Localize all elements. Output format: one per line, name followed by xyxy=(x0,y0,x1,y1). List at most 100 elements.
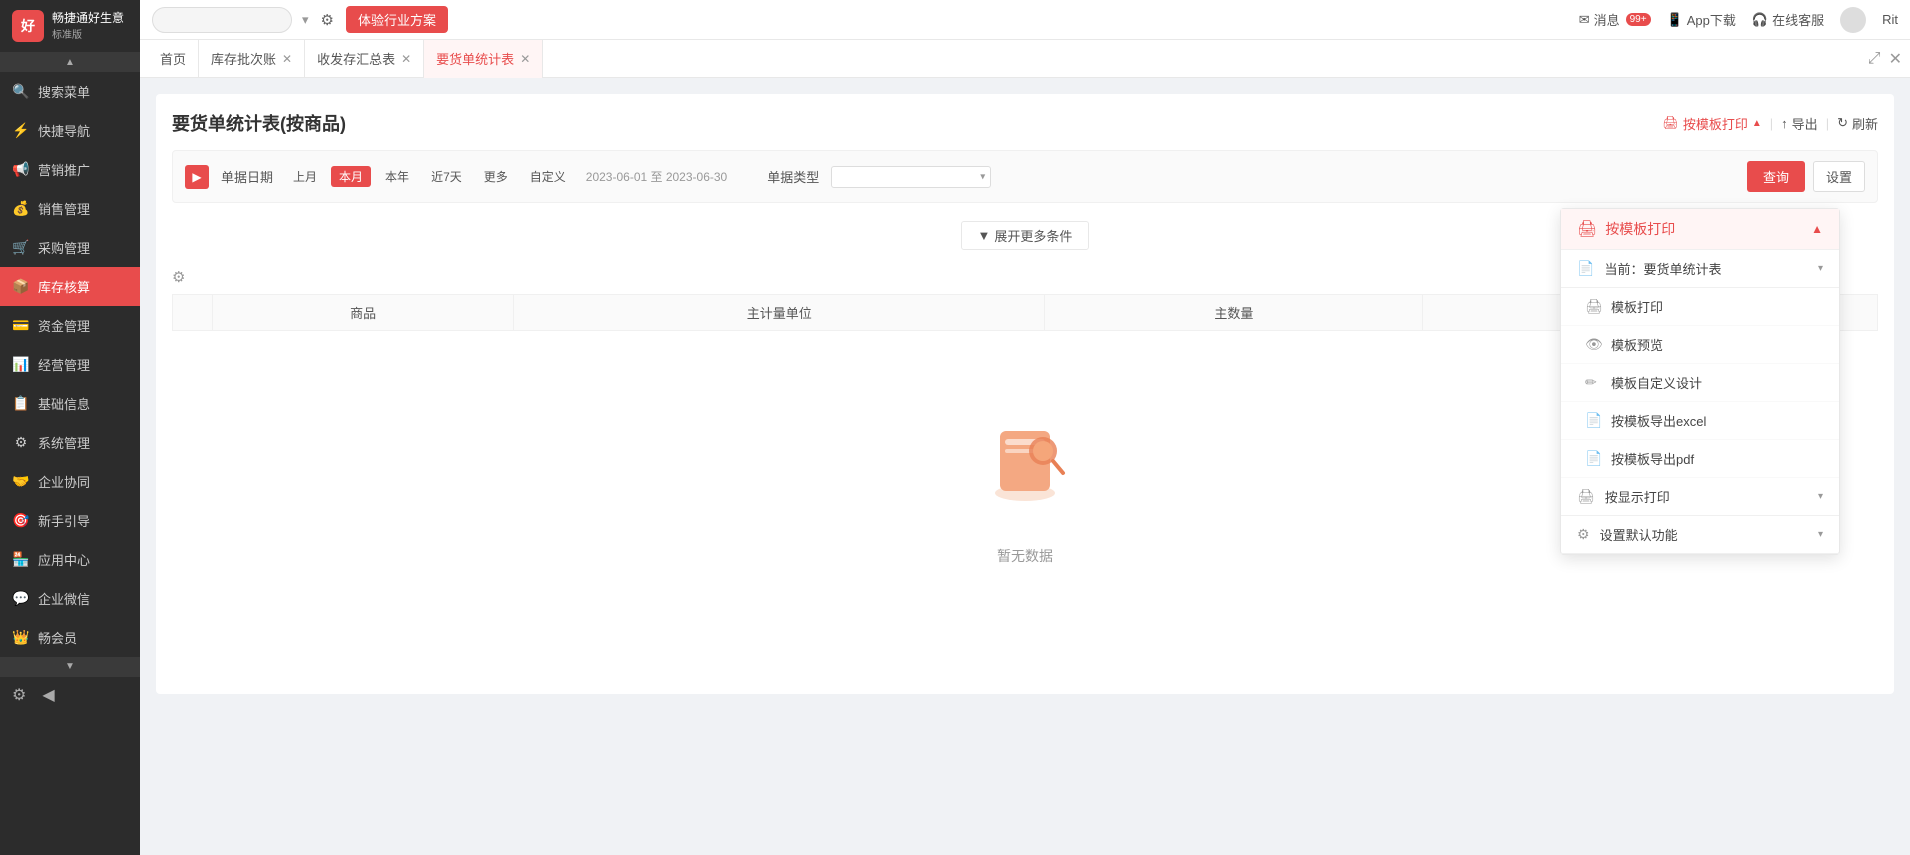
export-pdf-icon: 📄 xyxy=(1585,450,1601,467)
sidebar-item-sales[interactable]: 💰 销售管理 xyxy=(0,189,140,228)
date-range-text: 2023-06-01 至 2023-06-30 xyxy=(586,168,727,185)
tab-order-stats-close[interactable]: ✕ xyxy=(520,52,530,66)
table-settings-icon[interactable]: ⚙ xyxy=(172,268,185,286)
topbar: ▾ ⚙ 体验行业方案 ✉ 消息 99+ 📱 App下载 🎧 在线客服 Rit xyxy=(140,0,1910,40)
sidebar-item-wecom[interactable]: 💬 企业微信 xyxy=(0,579,140,618)
operations-icon: 📊 xyxy=(12,356,30,374)
tab-home[interactable]: 首页 xyxy=(148,40,199,78)
dropdown-item-export-excel[interactable]: 📄 按模板导出excel xyxy=(1561,402,1839,440)
dropdown-item-template-preview[interactable]: 👁 模板预览 xyxy=(1561,326,1839,364)
tab-maximize-icon[interactable]: ⤢ xyxy=(1868,50,1881,68)
sidebar-marketing-label: 营销推广 xyxy=(38,160,90,179)
message-btn[interactable]: ✉ 消息 99+ xyxy=(1579,10,1651,29)
trial-btn[interactable]: 体验行业方案 xyxy=(346,6,448,33)
member-icon: 👑 xyxy=(12,629,30,647)
template-print-btn[interactable]: 🖨 按模板打印 ▲ xyxy=(1662,114,1761,133)
template-design-icon: ✏ xyxy=(1585,374,1601,391)
collab-icon: 🤝 xyxy=(12,473,30,491)
page-header: 要货单统计表(按商品) 🖨 按模板打印 ▲ | ↑ 导出 | ↻ xyxy=(172,110,1878,136)
empty-icon xyxy=(975,411,1075,530)
query-button[interactable]: 查询 xyxy=(1747,161,1805,192)
template-design-label: 模板自定义设计 xyxy=(1611,373,1702,392)
date-btn-this-year[interactable]: 本年 xyxy=(377,166,417,187)
expand-icon: ▼ xyxy=(978,228,991,243)
marketing-icon: 📢 xyxy=(12,161,30,179)
default-func-icon: ⚙ xyxy=(1577,526,1590,543)
topbar-dropdown-icon[interactable]: ▾ xyxy=(302,12,309,28)
tab-collect-summary-close[interactable]: ✕ xyxy=(401,52,411,66)
settings-icon[interactable]: ⚙ xyxy=(12,685,26,705)
dropdown-current-template[interactable]: 📄 当前：要货单统计表 ▾ xyxy=(1561,250,1839,288)
refresh-btn[interactable]: ↻ 刷新 xyxy=(1837,114,1878,133)
basic-icon: 📋 xyxy=(12,395,30,413)
sidebar-item-inventory[interactable]: 📦 库存核算 xyxy=(0,267,140,306)
dropdown-display-print[interactable]: 🖨 按显示打印 ▾ xyxy=(1561,478,1839,516)
sidebar-item-member[interactable]: 👑 畅会员 xyxy=(0,618,140,657)
tab-inventory-batch[interactable]: 库存批次账 ✕ xyxy=(199,40,305,78)
newbie-icon: 🎯 xyxy=(12,512,30,530)
sidebar-item-search[interactable]: 🔍 搜索菜单 xyxy=(0,72,140,111)
tab-close-all-icon[interactable]: ✕ xyxy=(1889,49,1902,69)
export-excel-icon: 📄 xyxy=(1585,412,1601,429)
col-unit: 主计量单位 xyxy=(514,295,1045,331)
dropdown-collapse-btn[interactable]: ▲ xyxy=(1811,222,1823,236)
date-btn-7days[interactable]: 近7天 xyxy=(423,166,470,187)
order-type-select[interactable] xyxy=(831,166,991,188)
sidebar-finance-label: 资金管理 xyxy=(38,316,90,335)
sidebar-item-basic[interactable]: 📋 基础信息 xyxy=(0,384,140,423)
sidebar-item-collab[interactable]: 🤝 企业协同 xyxy=(0,462,140,501)
printer-icon: 🖨 xyxy=(1662,115,1679,131)
sidebar-item-quicknav[interactable]: ⚡ 快捷导航 xyxy=(0,111,140,150)
topbar-search-box[interactable] xyxy=(152,7,292,33)
sidebar-sales-label: 销售管理 xyxy=(38,199,90,218)
sidebar-appstore-label: 应用中心 xyxy=(38,550,90,569)
display-print-label: 按显示打印 xyxy=(1605,487,1670,506)
date-buttons: 上月 本月 本年 近7天 更多 自定义 xyxy=(285,166,574,187)
sidebar-basic-label: 基础信息 xyxy=(38,394,90,413)
app-logo-icon: 好 xyxy=(12,10,44,42)
dropdown-header[interactable]: 🖨 按模板打印 ▲ xyxy=(1561,209,1839,250)
app-download-btn[interactable]: 📱 App下载 xyxy=(1667,10,1736,29)
sidebar-bottom: ⚙ ◀ xyxy=(0,676,140,713)
sidebar-item-marketing[interactable]: 📢 营销推广 xyxy=(0,150,140,189)
sidebar-item-newbie[interactable]: 🎯 新手引导 xyxy=(0,501,140,540)
dropdown-item-export-pdf[interactable]: 📄 按模板导出pdf xyxy=(1561,440,1839,478)
tab-order-stats[interactable]: 要货单统计表 ✕ xyxy=(424,40,543,78)
current-template-label: 当前：要货单统计表 xyxy=(1604,259,1721,278)
tab-inventory-batch-close[interactable]: ✕ xyxy=(282,52,292,66)
sidebar-item-finance[interactable]: 💳 资金管理 xyxy=(0,306,140,345)
topbar-settings-icon[interactable]: ⚙ xyxy=(321,11,334,29)
export-btn[interactable]: ↑ 导出 xyxy=(1781,114,1818,133)
date-btn-last-month[interactable]: 上月 xyxy=(285,166,325,187)
expand-more-btn[interactable]: ▼ 展开更多条件 xyxy=(961,221,1090,250)
date-btn-custom[interactable]: 自定义 xyxy=(522,166,574,187)
col-qty: 主数量 xyxy=(1045,295,1423,331)
system-icon: ⚙ xyxy=(12,434,30,452)
sidebar-inventory-label: 库存核算 xyxy=(38,277,90,296)
sidebar-item-purchase[interactable]: 🛒 采购管理 xyxy=(0,228,140,267)
filter-row: ▶ 单据日期 上月 本月 本年 近7天 更多 自定义 2023-06-01 至 … xyxy=(172,150,1878,203)
filter-expand-icon[interactable]: ▶ xyxy=(185,165,209,189)
dropdown-default-func[interactable]: ⚙ 设置默认功能 ▾ xyxy=(1561,516,1839,554)
sidebar-scroll-up[interactable]: ▲ xyxy=(0,53,140,72)
sidebar-item-system[interactable]: ⚙ 系统管理 xyxy=(0,423,140,462)
dropdown-item-template-design[interactable]: ✏ 模板自定义设计 xyxy=(1561,364,1839,402)
user-avatar[interactable] xyxy=(1840,7,1866,33)
template-print-chevron-up: ▲ xyxy=(1752,118,1762,129)
sidebar-collab-label: 企业协同 xyxy=(38,472,90,491)
date-btn-more[interactable]: 更多 xyxy=(476,166,516,187)
settings-button[interactable]: 设置 xyxy=(1813,161,1865,192)
sidebar-item-operations[interactable]: 📊 经营管理 xyxy=(0,345,140,384)
sidebar-scroll-down[interactable]: ▼ xyxy=(0,657,140,676)
default-func-chevron: ▾ xyxy=(1818,529,1823,540)
tab-collect-summary[interactable]: 收发存汇总表 ✕ xyxy=(305,40,424,78)
collapse-icon[interactable]: ◀ xyxy=(42,685,54,705)
sidebar: 好 畅捷通好生意 标准版 ▲ 🔍 搜索菜单 ⚡ 快捷导航 📢 营销推广 💰 销售… xyxy=(0,0,140,855)
dropdown-item-template-print[interactable]: 🖨 模板打印 xyxy=(1561,288,1839,326)
online-service-btn[interactable]: 🎧 在线客服 xyxy=(1752,10,1824,29)
sidebar-item-appstore[interactable]: 🏪 应用中心 xyxy=(0,540,140,579)
display-print-left: 🖨 按显示打印 xyxy=(1577,487,1670,506)
template-print-item-icon: 🖨 xyxy=(1585,298,1601,315)
date-btn-this-month[interactable]: 本月 xyxy=(331,166,371,187)
header-divider-1: | xyxy=(1770,116,1773,131)
